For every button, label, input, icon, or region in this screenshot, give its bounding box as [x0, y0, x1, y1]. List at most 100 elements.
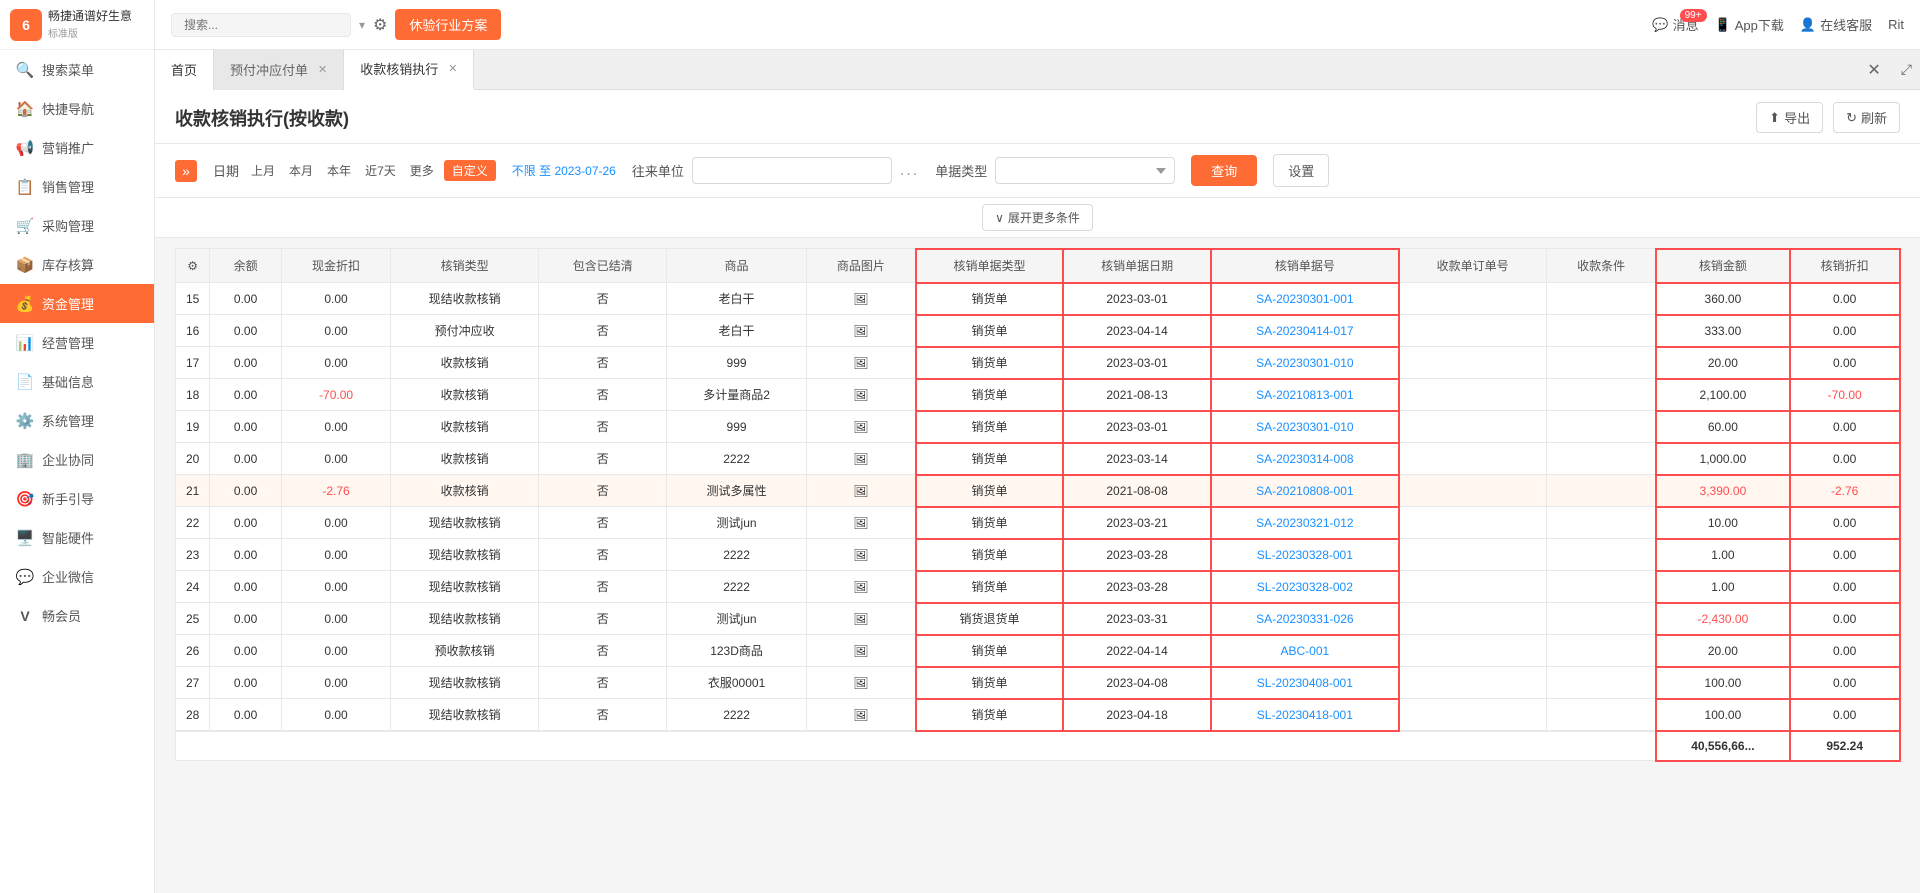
sidebar-item-hardware[interactable]: 🖥️ 智能硬件 [0, 518, 154, 557]
bill-no-link[interactable]: SA-20230301-010 [1256, 356, 1353, 370]
message-button[interactable]: 💬 消息 99+ [1652, 15, 1698, 34]
td-receipt-order-no [1399, 699, 1547, 732]
gear-icon[interactable]: ⚙ [373, 15, 387, 35]
tab-collection[interactable]: 收款核销执行 ✕ [344, 50, 474, 90]
table-row: 210.00-2.76收款核销否测试多属性🖼销货单2021-08-08SA-20… [176, 475, 1900, 507]
td-product-img: 🖼 [806, 283, 916, 315]
sidebar-item-enterprise[interactable]: 🏢 企业协同 [0, 440, 154, 479]
partner-dots[interactable]: ... [900, 162, 919, 180]
td-cancel-bill-no[interactable]: SL-20230418-001 [1211, 699, 1399, 732]
sidebar-item-basic[interactable]: 📄 基础信息 [0, 362, 154, 401]
date-7days[interactable]: 近7天 [361, 160, 400, 181]
th-gear[interactable]: ⚙ [176, 249, 210, 283]
refresh-button[interactable]: ↻ 刷新 [1833, 102, 1900, 133]
export-button[interactable]: ⬆ 导出 [1756, 102, 1823, 133]
td-product-img: 🖼 [806, 539, 916, 571]
partner-input[interactable] [692, 157, 892, 184]
sidebar-item-quick-nav[interactable]: 🏠 快捷导航 [0, 89, 154, 128]
bill-no-link[interactable]: SA-20230331-026 [1256, 612, 1353, 626]
sidebar-item-marketing[interactable]: 📢 营销推广 [0, 128, 154, 167]
td-cancel-discount: 0.00 [1790, 667, 1900, 699]
tab-prepay[interactable]: 预付冲应付单 ✕ [214, 50, 344, 90]
bill-no-link[interactable]: SL-20230408-001 [1257, 676, 1353, 690]
sidebar-item-purchase[interactable]: 🛒 采购管理 [0, 206, 154, 245]
td-cancel-bill-no[interactable]: SA-20230331-026 [1211, 603, 1399, 635]
td-cancel-bill-no[interactable]: SA-20210813-001 [1211, 379, 1399, 411]
td-cancel-amount: 20.00 [1656, 347, 1790, 379]
td-cancel-discount: 0.00 [1790, 507, 1900, 539]
td-product: 老白干 [667, 283, 806, 315]
bill-no-link[interactable]: SA-20210813-001 [1256, 388, 1353, 402]
sidebar-item-member[interactable]: V 畅会员 [0, 596, 154, 635]
bill-no-link[interactable]: SA-20210808-001 [1256, 484, 1353, 498]
table-row: 190.000.00收款核销否999🖼销货单2023-03-01SA-20230… [176, 411, 1900, 443]
tab-close-icon[interactable]: ✕ [318, 63, 327, 76]
td-cancel-bill-no[interactable]: SA-20230301-001 [1211, 283, 1399, 315]
td-cancel-type: 现结收款核销 [391, 571, 539, 603]
bill-type-select[interactable] [995, 157, 1175, 184]
online-service-button[interactable]: 👤 在线客服 [1800, 15, 1872, 34]
topbar-search-input[interactable] [171, 13, 351, 37]
sidebar-item-sales[interactable]: 📋 销售管理 [0, 167, 154, 206]
bill-no-link[interactable]: ABC-001 [1280, 644, 1329, 658]
bill-no-link[interactable]: SA-20230321-012 [1256, 516, 1353, 530]
home-icon: 🏠 [16, 100, 34, 118]
table-row: 270.000.00现结收款核销否衣服00001🖼销货单2023-04-08SL… [176, 667, 1900, 699]
date-this-month[interactable]: 本月 [285, 160, 317, 181]
td-balance: 0.00 [210, 347, 281, 379]
date-more[interactable]: 更多 [406, 160, 438, 181]
sidebar-item-operation[interactable]: 📊 经营管理 [0, 323, 154, 362]
industry-solution-button[interactable]: 休验行业方案 [395, 9, 501, 40]
td-cancel-bill-no[interactable]: SA-20230301-010 [1211, 411, 1399, 443]
td-cancel-bill-no[interactable]: ABC-001 [1211, 635, 1399, 667]
bill-no-link[interactable]: SA-20230314-008 [1256, 452, 1353, 466]
settings-button[interactable]: 设置 [1273, 154, 1329, 187]
td-cash-discount: -70.00 [281, 379, 391, 411]
td-product: 2222 [667, 699, 806, 732]
sidebar-item-wechat[interactable]: 💬 企业微信 [0, 557, 154, 596]
tabbar-close-button[interactable]: ✕ [1855, 60, 1892, 80]
chevron-down-icon[interactable]: ▾ [359, 18, 365, 32]
td-cancel-bill-no[interactable]: SA-20210808-001 [1211, 475, 1399, 507]
date-this-year[interactable]: 本年 [323, 160, 355, 181]
td-cancel-bill-no[interactable]: SL-20230328-001 [1211, 539, 1399, 571]
td-include-settled: 否 [538, 379, 667, 411]
td-cancel-bill-type: 销货单 [916, 411, 1064, 443]
date-custom-button[interactable]: 自定义 [444, 160, 496, 181]
td-cancel-amount: 360.00 [1656, 283, 1790, 315]
th-cancel-bill-type: 核销单据类型 [916, 249, 1064, 283]
tabbar-expand-button[interactable]: ⤢ [1893, 61, 1920, 78]
td-cancel-bill-no[interactable]: SL-20230328-002 [1211, 571, 1399, 603]
message-icon: 💬 [1652, 17, 1668, 33]
td-cancel-bill-date: 2022-04-14 [1063, 635, 1211, 667]
sidebar-item-newbie[interactable]: 🎯 新手引导 [0, 479, 154, 518]
td-cancel-discount: 0.00 [1790, 635, 1900, 667]
filter-expand-button[interactable]: » [175, 160, 197, 182]
td-cancel-bill-no[interactable]: SA-20230301-010 [1211, 347, 1399, 379]
td-balance: 0.00 [210, 507, 281, 539]
app-download-button[interactable]: 📱 App下载 [1715, 15, 1784, 34]
td-cancel-bill-date: 2023-03-21 [1063, 507, 1211, 539]
bill-no-link[interactable]: SL-20230418-001 [1257, 708, 1353, 722]
sidebar-item-system[interactable]: ⚙️ 系统管理 [0, 401, 154, 440]
bill-no-link[interactable]: SA-20230301-010 [1256, 420, 1353, 434]
bill-no-link[interactable]: SA-20230414-017 [1256, 324, 1353, 338]
bill-no-link[interactable]: SL-20230328-001 [1257, 548, 1353, 562]
sidebar-item-search[interactable]: 🔍 搜索菜单 [0, 50, 154, 89]
sidebar-item-inventory[interactable]: 📦 库存核算 [0, 245, 154, 284]
td-cancel-bill-no[interactable]: SA-20230414-017 [1211, 315, 1399, 347]
sidebar: 6 畅捷通谱好生意 标准版 🔍 搜索菜单 🏠 快捷导航 📢 营销推广 📋 销售管… [0, 0, 155, 893]
tab-home[interactable]: 首页 [155, 50, 214, 90]
td-cash-discount: 0.00 [281, 347, 391, 379]
sidebar-item-finance[interactable]: 💰 资金管理 [0, 284, 154, 323]
td-cancel-bill-no[interactable]: SL-20230408-001 [1211, 667, 1399, 699]
bill-no-link[interactable]: SA-20230301-001 [1256, 292, 1353, 306]
bill-no-link[interactable]: SL-20230328-002 [1257, 580, 1353, 594]
td-product: 123D商品 [667, 635, 806, 667]
td-cancel-bill-no[interactable]: SA-20230314-008 [1211, 443, 1399, 475]
date-last-month[interactable]: 上月 [247, 160, 279, 181]
tab-close-icon[interactable]: ✕ [448, 62, 457, 75]
query-button[interactable]: 查询 [1191, 155, 1257, 186]
td-cancel-bill-no[interactable]: SA-20230321-012 [1211, 507, 1399, 539]
expand-more-button[interactable]: ∨ 展开更多条件 [982, 204, 1093, 231]
